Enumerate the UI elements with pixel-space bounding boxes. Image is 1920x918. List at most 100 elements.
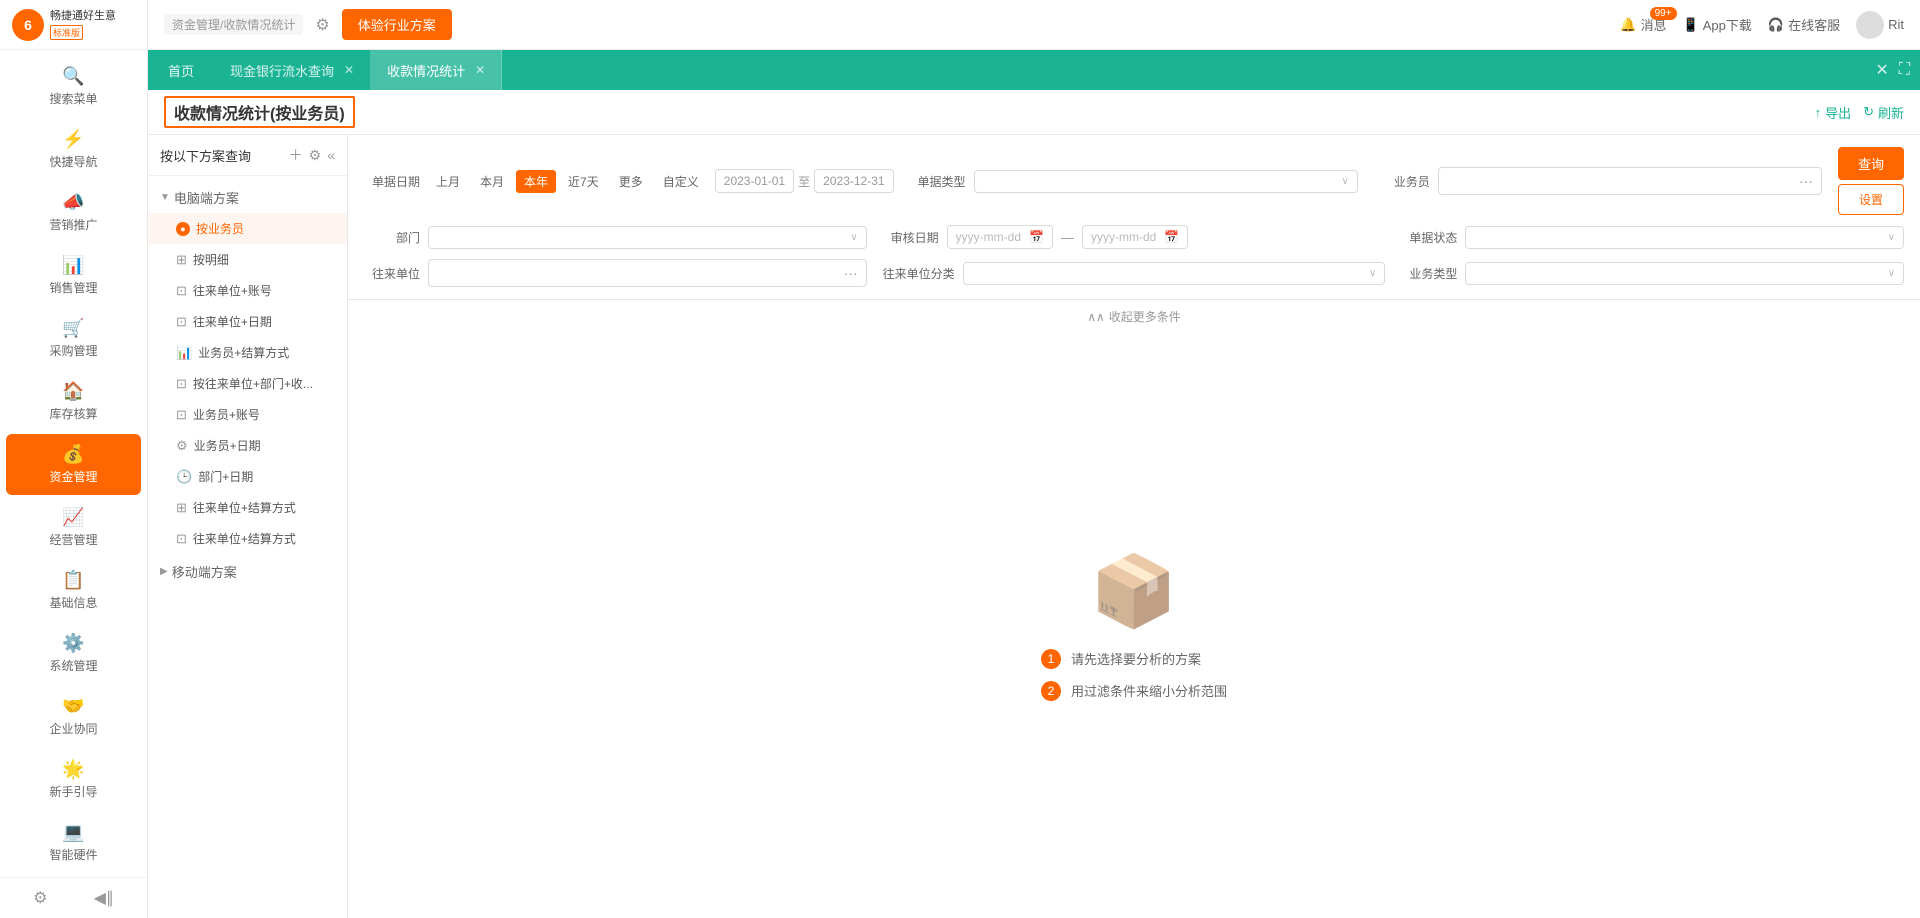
calendar-icon-2: 📅 — [1164, 230, 1179, 244]
tab-cashflow-close[interactable]: ✕ — [344, 63, 354, 77]
biz-type-input[interactable]: ∨ — [1465, 262, 1904, 285]
headset-icon: 🎧 — [1768, 17, 1784, 33]
date-label: 单据日期 — [364, 173, 420, 190]
collapse-more-bar[interactable]: ∧∧ 收起更多条件 — [348, 300, 1920, 333]
tab-receipt-close[interactable]: ✕ — [475, 63, 485, 77]
topbar-gear-icon[interactable]: ⚙ — [315, 15, 329, 35]
salesperson-settle-icon: 📊 — [176, 345, 192, 361]
salesperson-input[interactable]: ··· — [1438, 167, 1822, 195]
app-download-item[interactable]: 📱 App下载 — [1683, 15, 1752, 34]
query-button[interactable]: 查询 — [1838, 147, 1904, 180]
scheme-salesperson-account[interactable]: ⊡ 业务员+账号 — [148, 399, 347, 430]
refresh-button[interactable]: ↻ 刷新 — [1863, 103, 1904, 122]
scheme-partner-date[interactable]: ⊡ 往来单位+日期 — [148, 306, 347, 337]
scheme-partner-date-label: 往来单位+日期 — [193, 313, 272, 330]
export-label: 导出 — [1825, 103, 1851, 122]
scheme-by-salesperson[interactable]: ● 按业务员 — [148, 213, 347, 244]
date-to-input[interactable]: 2023-12-31 — [814, 169, 893, 193]
online-service-label: 在线客服 — [1788, 15, 1840, 34]
tabbar-expand-icon[interactable]: ⛶ — [1899, 61, 1910, 79]
trial-button[interactable]: 体验行业方案 — [342, 9, 452, 40]
audit-to-input[interactable]: yyyy-mm-dd 📅 — [1082, 225, 1188, 249]
date-tab-7days[interactable]: 近7天 — [560, 170, 607, 193]
dept-label: 部门 — [364, 229, 420, 246]
voucher-status-input[interactable]: ∨ — [1465, 226, 1904, 249]
date-tab-thisyear[interactable]: 本年 — [516, 170, 556, 193]
sidebar-item-system[interactable]: ⚙️系统管理 — [6, 623, 141, 684]
partner-settle1-icon: ⊞ — [176, 500, 187, 516]
audit-from-input[interactable]: yyyy-mm-dd 📅 — [947, 225, 1053, 249]
partner-more-icon[interactable]: ··· — [844, 265, 858, 281]
scheme-partner-settle1[interactable]: ⊞ 往来单位+结算方式 — [148, 492, 347, 523]
voucher-status-filter: 单据状态 ∨ — [1401, 226, 1904, 249]
scheme-settings-icon[interactable]: ⚙ — [309, 147, 322, 164]
voucher-type-arrow: ∨ — [1341, 176, 1348, 187]
purchase-icon: 🛒 — [62, 318, 84, 339]
sidebar-item-marketing[interactable]: 📣营销推广 — [6, 182, 141, 243]
date-tab-more[interactable]: 更多 — [611, 170, 651, 193]
step-1-label: 请先选择要分析的方案 — [1071, 649, 1201, 668]
audit-date-label: 审核日期 — [883, 229, 939, 246]
export-button[interactable]: ↑ 导出 — [1815, 103, 1852, 122]
scheme-salesperson-date-label: 业务员+日期 — [194, 437, 261, 454]
sidebar-item-capital[interactable]: 💰资金管理 — [6, 434, 141, 495]
dept-input[interactable]: ∨ — [428, 226, 867, 249]
date-from-input[interactable]: 2023-01-01 — [715, 169, 794, 193]
sidebar-item-hardware[interactable]: 💻智能硬件 — [6, 812, 141, 873]
filter-row-1: 单据日期 上月 本月 本年 近7天 更多 自定义 2023-01-01 — [364, 147, 1904, 215]
collapse-panel-icon[interactable]: « — [327, 147, 335, 163]
partner-account-icon: ⊡ — [176, 283, 187, 299]
scheme-dept-date[interactable]: 🕒 部门+日期 — [148, 461, 347, 492]
date-tab-thismonth[interactable]: 本月 — [472, 170, 512, 193]
tab-receipt[interactable]: 收款情况统计 ✕ — [371, 50, 502, 90]
sidebar-item-nav[interactable]: ⚡快捷导航 — [6, 119, 141, 180]
sidebar-item-search[interactable]: 🔍搜索菜单 — [6, 56, 141, 117]
sidebar: 6 畅捷通好生意 标准版 🔍搜索菜单⚡快捷导航📣营销推广📊销售管理🛒采购管理🏠库… — [0, 0, 148, 918]
date-tab-lastmonth[interactable]: 上月 — [428, 170, 468, 193]
left-panel: 按以下方案查询 ＋ ⚙ « ▼ 电脑端方案 ● — [148, 135, 348, 918]
tab-receipt-label: 收款情况统计 — [387, 61, 465, 80]
sidebar-item-enterprise[interactable]: 🤝企业协同 — [6, 686, 141, 747]
logo-name: 畅捷通好生意 — [50, 9, 116, 23]
sidebar-item-basic[interactable]: 📋基础信息 — [6, 560, 141, 621]
mobile-scheme-header[interactable]: ▶ 移动端方案 — [148, 556, 347, 587]
voucher-status-arrow: ∨ — [1888, 232, 1895, 243]
scheme-salesperson-date[interactable]: ⚙ 业务员+日期 — [148, 430, 347, 461]
sidebar-item-operation[interactable]: 📈经营管理 — [6, 497, 141, 558]
sidebar-item-purchase[interactable]: 🛒采购管理 — [6, 308, 141, 369]
scheme-partner-dept[interactable]: ⊡ 按往来单位+部门+收... — [148, 368, 347, 399]
partner-category-input[interactable]: ∨ — [963, 262, 1386, 285]
step-num-2: 2 — [1041, 681, 1061, 701]
empty-illustration: 📦 — [1090, 551, 1177, 633]
partner-input[interactable]: ··· — [428, 259, 867, 287]
tab-home[interactable]: 首页 — [148, 50, 214, 90]
tab-cashflow[interactable]: 现金银行流水查询 ✕ — [214, 50, 371, 90]
tabbar-close-icon[interactable]: ✕ — [1875, 60, 1888, 80]
pc-arrow-icon: ▼ — [160, 192, 170, 203]
settings-bottom-icon[interactable]: ⚙ — [33, 888, 47, 908]
scheme-partner-account[interactable]: ⊡ 往来单位+账号 — [148, 275, 347, 306]
scheme-by-detail-label: 按明细 — [193, 251, 229, 268]
sidebar-item-sales[interactable]: 📊销售管理 — [6, 245, 141, 306]
online-service-item[interactable]: 🎧 在线客服 — [1768, 15, 1840, 34]
user-area[interactable]: Rit — [1856, 11, 1904, 39]
scheme-partner-settle2[interactable]: ⊡ 往来单位+结算方式 — [148, 523, 347, 554]
sidebar-item-warehouse[interactable]: 🏠库存核算 — [6, 371, 141, 432]
scheme-salesperson-account-label: 业务员+账号 — [193, 406, 260, 423]
date-tab-custom[interactable]: 自定义 — [655, 170, 707, 193]
voucher-type-input[interactable]: ∨ — [974, 170, 1358, 193]
partner-filter: 往来单位 ··· — [364, 259, 867, 287]
salesperson-more-icon[interactable]: ··· — [1799, 173, 1813, 189]
collapse-sidebar-icon[interactable]: ◀∥ — [94, 888, 114, 908]
scheme-by-salesperson-label: 按业务员 — [196, 220, 244, 237]
notifications-area[interactable]: 🔔 消息 99+ — [1620, 15, 1666, 34]
sidebar-item-guide[interactable]: 🌟新手引导 — [6, 749, 141, 810]
scheme-by-detail[interactable]: ⊞ 按明细 — [148, 244, 347, 275]
main-area: 资金管理/收款情况统计 ⚙ 体验行业方案 🔔 消息 99+ 📱 App下载 🎧 … — [148, 0, 1920, 918]
settings-button[interactable]: 设置 — [1838, 184, 1904, 215]
partner-category-arrow: ∨ — [1369, 268, 1376, 279]
add-scheme-icon[interactable]: ＋ — [289, 145, 303, 165]
pc-scheme-header[interactable]: ▼ 电脑端方案 — [148, 182, 347, 213]
refresh-label: 刷新 — [1878, 103, 1904, 122]
scheme-salesperson-settle[interactable]: 📊 业务员+结算方式 — [148, 337, 347, 368]
